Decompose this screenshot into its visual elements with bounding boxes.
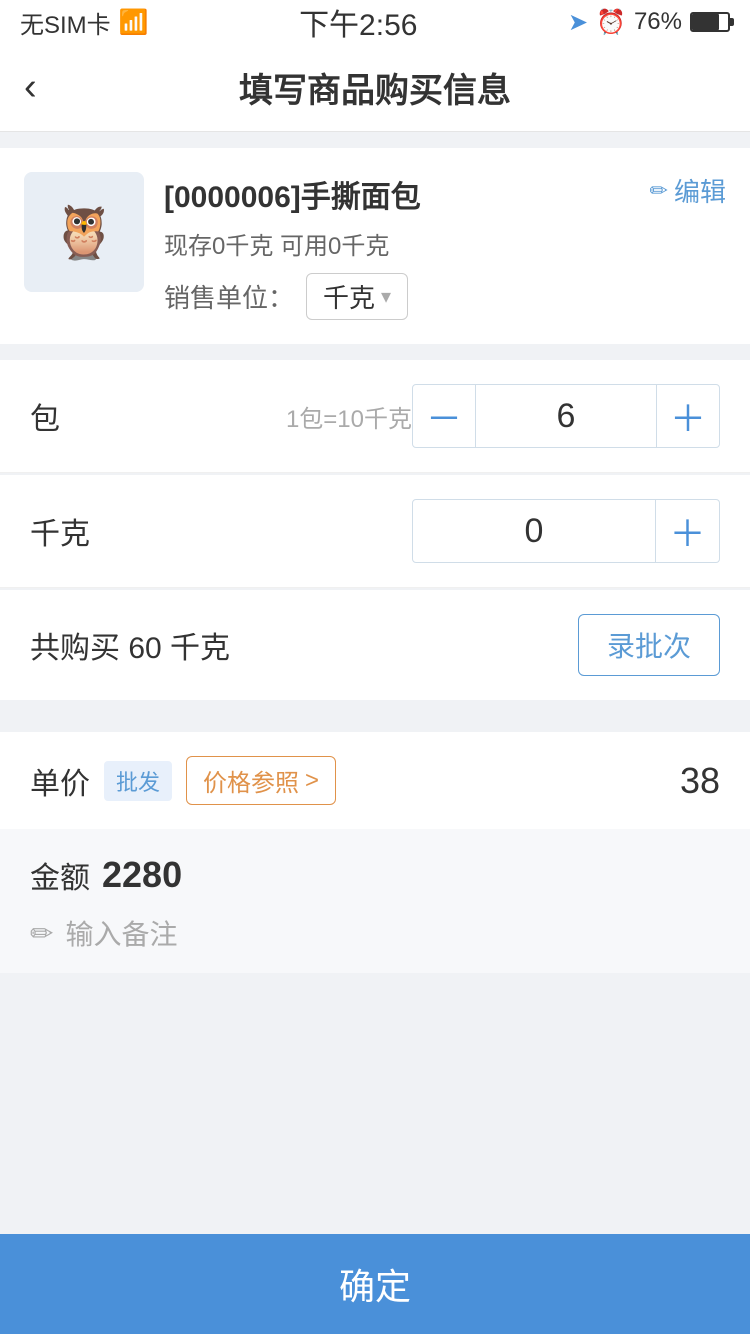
total-text: 共购买 60 千克 [30, 623, 230, 667]
battery-text: 76% [634, 8, 682, 36]
amount-value: 2280 [102, 854, 182, 896]
amount-section: 金额 2280 ✏ 输入备注 [0, 829, 750, 973]
price-section: 单价 批发 价格参照 > 38 [0, 732, 750, 829]
remark-label: 输入备注 [65, 913, 177, 953]
price-left: 单价 批发 价格参照 > [30, 756, 336, 805]
battery-icon [690, 12, 730, 32]
amount-row: 金额 2280 [30, 853, 720, 897]
kg-qty-input[interactable] [412, 499, 656, 563]
bag-qty-input[interactable] [476, 384, 656, 448]
bag-hint: 1包=10千克 [286, 399, 412, 434]
product-unit-row: 销售单位： 千克 ▾ [164, 273, 726, 320]
product-stock: 现存0千克 可用0千克 [164, 226, 726, 261]
bag-quantity-section: 包 1包=10千克 － ＋ [0, 360, 750, 473]
amount-label: 金额 [30, 853, 90, 897]
kg-quantity-section: 千克 ＋ [0, 475, 750, 588]
product-card: 🦉 [0000006]手撕面包 现存0千克 可用0千克 销售单位： 千克 ▾ ✏… [0, 148, 750, 344]
location-icon: ➤ [568, 8, 588, 37]
nav-bar: ‹ 填写商品购买信息 [0, 44, 750, 132]
price-ref-arrow-icon: > [305, 767, 319, 795]
unit-dropdown-icon: ▾ [381, 284, 391, 309]
unit-label: 销售单位： [164, 278, 294, 315]
kg-label-area: 千克 [30, 509, 412, 553]
unit-select[interactable]: 千克 ▾ [306, 273, 408, 320]
kg-qty-row: 千克 ＋ [0, 475, 750, 588]
bag-label: 包 [30, 394, 274, 438]
page-title: 填写商品购买信息 [239, 63, 511, 112]
carrier-text: 无SIM卡 [20, 5, 111, 40]
edit-label: 编辑 [674, 172, 726, 209]
bag-qty-row: 包 1包=10千克 － ＋ [0, 360, 750, 473]
unit-value: 千克 [323, 278, 375, 315]
status-bar: 无SIM卡 📶 下午2:56 ➤ ⏰ 76% [0, 0, 750, 44]
remark-icon: ✏ [30, 917, 53, 950]
status-time: 下午2:56 [299, 0, 417, 44]
batch-button[interactable]: 录批次 [578, 614, 720, 676]
kg-qty-controls: ＋ [412, 499, 720, 563]
price-label: 单价 [30, 759, 90, 803]
status-left: 无SIM卡 📶 [20, 5, 149, 40]
product-name: [0000006]手撕面包 [164, 172, 726, 216]
confirm-button[interactable]: 确定 [0, 1234, 750, 1334]
back-button[interactable]: ‹ [24, 66, 37, 109]
product-thumbnail: 🦉 [24, 172, 144, 292]
product-logo-icon: 🦉 [52, 202, 117, 263]
bag-increment-button[interactable]: ＋ [656, 384, 720, 448]
price-ref-label: 价格参照 [203, 763, 299, 798]
status-right: ➤ ⏰ 76% [568, 8, 730, 37]
kg-label: 千克 [30, 518, 90, 551]
bag-label-area: 包 1包=10千克 [30, 394, 412, 438]
alarm-icon: ⏰ [596, 8, 626, 37]
bag-qty-controls: － ＋ [412, 384, 720, 448]
wifi-icon: 📶 [119, 8, 149, 37]
edit-icon: ✏ [650, 178, 668, 204]
product-info: [0000006]手撕面包 现存0千克 可用0千克 销售单位： 千克 ▾ [164, 172, 726, 320]
separator [0, 700, 750, 716]
total-section: 共购买 60 千克 录批次 [0, 590, 750, 700]
price-ref-button[interactable]: 价格参照 > [186, 756, 336, 805]
price-badge: 批发 [104, 761, 172, 801]
edit-button[interactable]: ✏ 编辑 [650, 172, 726, 209]
kg-increment-button[interactable]: ＋ [656, 499, 720, 563]
confirm-label: 确定 [339, 1258, 411, 1310]
bag-decrement-button[interactable]: － [412, 384, 476, 448]
price-value: 38 [680, 760, 720, 802]
remark-row[interactable]: ✏ 输入备注 [30, 913, 720, 953]
